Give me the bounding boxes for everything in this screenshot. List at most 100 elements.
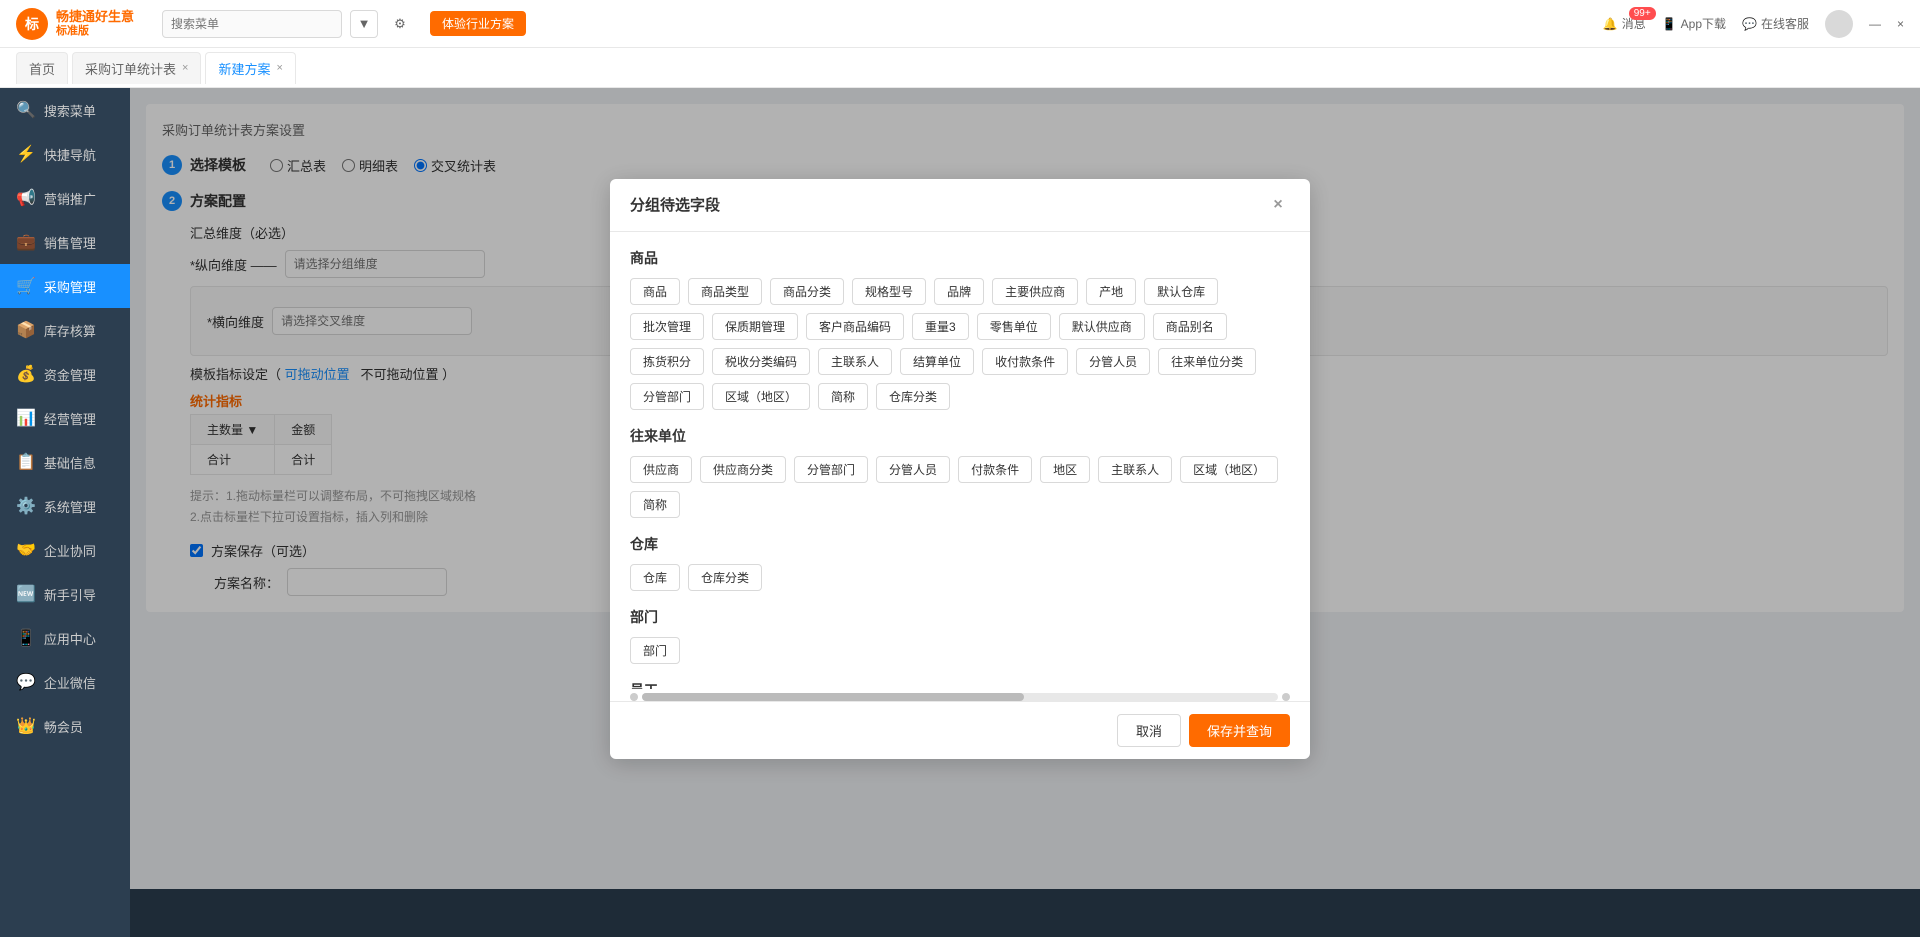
tag-short-name-2[interactable]: 简称	[630, 491, 680, 518]
section-dept-tags: 部门	[630, 637, 1290, 664]
tab-bar: 首页 采购订单统计表 × 新建方案 ×	[0, 48, 1920, 88]
tag-product-category[interactable]: 商品分类	[770, 278, 844, 305]
tag-main-supplier[interactable]: 主要供应商	[992, 278, 1078, 305]
tag-weight[interactable]: 重量3	[912, 313, 969, 340]
tag-expiry-mgmt[interactable]: 保质期管理	[712, 313, 798, 340]
close-button[interactable]: ×	[1897, 17, 1904, 31]
section-warehouse: 仓库 仓库 仓库分类	[630, 534, 1290, 591]
sidebar-item-sales[interactable]: 💼 销售管理	[0, 220, 130, 264]
operations-icon: 📊	[16, 408, 36, 428]
tag-supplier[interactable]: 供应商	[630, 456, 692, 483]
tag-brand[interactable]: 品牌	[934, 278, 984, 305]
sidebar-item-purchase[interactable]: 🛒 采购管理	[0, 264, 130, 308]
section-counterpart-title: 往来单位	[630, 426, 1290, 446]
tag-counterpart-category[interactable]: 往来单位分类	[1158, 348, 1256, 375]
tag-main-contact[interactable]: 主联系人	[818, 348, 892, 375]
tag-payment-terms-2[interactable]: 付款条件	[958, 456, 1032, 483]
tag-spec-model[interactable]: 规格型号	[852, 278, 926, 305]
sidebar-item-member[interactable]: 👑 畅会员	[0, 704, 130, 748]
sidebar-item-base-info[interactable]: 📋 基础信息	[0, 440, 130, 484]
tag-short-name[interactable]: 简称	[818, 383, 868, 410]
section-employee-title: 员工	[630, 680, 1290, 689]
cancel-button[interactable]: 取消	[1117, 714, 1181, 747]
modal-title: 分组待选字段	[630, 194, 720, 215]
confirm-button[interactable]: 保存并查询	[1189, 714, 1290, 747]
sidebar-item-system[interactable]: ⚙️ 系统管理	[0, 484, 130, 528]
sidebar-item-marketing[interactable]: 📢 营销推广	[0, 176, 130, 220]
sidebar-item-search[interactable]: 🔍 搜索菜单	[0, 88, 130, 132]
tag-origin[interactable]: 产地	[1086, 278, 1136, 305]
sidebar-item-finance[interactable]: 💰 资金管理	[0, 352, 130, 396]
header-search: ▼ ⚙ 体验行业方案	[162, 10, 526, 38]
tag-region-2[interactable]: 地区	[1040, 456, 1090, 483]
experience-button[interactable]: 体验行业方案	[430, 11, 526, 36]
service-item[interactable]: 💬 在线客服	[1742, 15, 1809, 32]
tag-retail-unit[interactable]: 零售单位	[977, 313, 1051, 340]
section-warehouse-title: 仓库	[630, 534, 1290, 554]
apps-icon: 📱	[16, 628, 36, 648]
minimize-button[interactable]: —	[1869, 17, 1881, 31]
notification-item[interactable]: 🔔 消息 99+	[1603, 15, 1646, 32]
section-dept: 部门 部门	[630, 607, 1290, 664]
system-icon: ⚙️	[16, 496, 36, 516]
wechat-icon: 💬	[16, 672, 36, 692]
tab-new-plan[interactable]: 新建方案 ×	[205, 52, 295, 84]
top-header: 标 畅捷通好生意 标准版 ▼ ⚙ 体验行业方案 🔔 消息 99+ 📱 App下载…	[0, 0, 1920, 48]
tag-warehouse-cat[interactable]: 仓库分类	[688, 564, 762, 591]
section-employee: 员工 业务员	[630, 680, 1290, 689]
tag-dept-managed[interactable]: 分管部门	[630, 383, 704, 410]
sidebar-item-cooperation[interactable]: 🤝 企业协同	[0, 528, 130, 572]
tag-product[interactable]: 商品	[630, 278, 680, 305]
tag-batch-mgmt[interactable]: 批次管理	[630, 313, 704, 340]
sidebar-item-inventory[interactable]: 📦 库存核算	[0, 308, 130, 352]
sidebar-item-quick-nav[interactable]: ⚡ 快捷导航	[0, 132, 130, 176]
search-input[interactable]	[162, 10, 342, 38]
tab-close-purchase[interactable]: ×	[182, 62, 188, 74]
cooperation-icon: 🤝	[16, 540, 36, 560]
tag-region-product[interactable]: 区域（地区）	[712, 383, 810, 410]
tag-product-type[interactable]: 商品类型	[688, 278, 762, 305]
modal-close-button[interactable]: ×	[1266, 193, 1290, 217]
hscroll-left	[630, 693, 638, 701]
tab-purchase-stats[interactable]: 采购订单统计表 ×	[72, 52, 201, 84]
quick-nav-icon: ⚡	[16, 144, 36, 164]
sidebar-item-apps[interactable]: 📱 应用中心	[0, 616, 130, 660]
tag-default-supplier[interactable]: 默认供应商	[1059, 313, 1145, 340]
tag-main-contact-2[interactable]: 主联系人	[1098, 456, 1172, 483]
logo-text: 畅捷通好生意 标准版	[56, 9, 134, 38]
tag-manager-2[interactable]: 分管人员	[876, 456, 950, 483]
tag-dept[interactable]: 部门	[630, 637, 680, 664]
avatar[interactable]	[1825, 10, 1853, 38]
tag-region-area[interactable]: 区域（地区）	[1180, 456, 1278, 483]
tag-tax-code[interactable]: 税收分类编码	[712, 348, 810, 375]
bell-icon: 🔔	[1603, 17, 1618, 31]
download-item[interactable]: 📱 App下载	[1662, 15, 1726, 32]
tag-payment-terms[interactable]: 收付款条件	[982, 348, 1068, 375]
section-counterpart-tags: 供应商 供应商分类 分管部门 分管人员 付款条件 地区 主联系人 区域（地区） …	[630, 456, 1290, 518]
modal-body: 商品 商品 商品类型 商品分类 规格型号 品牌 主要供应商 产地 默认仓库 批次…	[610, 232, 1310, 689]
tag-pick-points[interactable]: 拣货积分	[630, 348, 704, 375]
tag-supplier-category[interactable]: 供应商分类	[700, 456, 786, 483]
tag-customer-code[interactable]: 客户商品编码	[806, 313, 904, 340]
dropdown-arrow[interactable]: ▼	[350, 10, 378, 38]
download-icon: 📱	[1662, 17, 1677, 31]
logo-icon: 标	[16, 8, 48, 40]
section-product-title: 商品	[630, 248, 1290, 268]
sidebar: 🔍 搜索菜单 ⚡ 快捷导航 📢 营销推广 💼 销售管理 🛒 采购管理 📦 库存核…	[0, 88, 130, 937]
tag-warehouse[interactable]: 仓库	[630, 564, 680, 591]
tag-product-alias[interactable]: 商品别名	[1153, 313, 1227, 340]
tag-default-warehouse[interactable]: 默认仓库	[1144, 278, 1218, 305]
tag-settlement-unit[interactable]: 结算单位	[900, 348, 974, 375]
inventory-icon: 📦	[16, 320, 36, 340]
hscroll-track[interactable]	[642, 693, 1278, 701]
tag-dept-managed-2[interactable]: 分管部门	[794, 456, 868, 483]
sidebar-item-wechat[interactable]: 💬 企业微信	[0, 660, 130, 704]
gear-icon[interactable]: ⚙	[386, 10, 414, 38]
sidebar-item-operations[interactable]: 📊 经营管理	[0, 396, 130, 440]
tag-warehouse-category[interactable]: 仓库分类	[876, 383, 950, 410]
modal-footer: 取消 保存并查询	[610, 701, 1310, 759]
tab-close-new-plan[interactable]: ×	[276, 62, 282, 74]
sidebar-item-guide[interactable]: 🆕 新手引导	[0, 572, 130, 616]
tab-home[interactable]: 首页	[16, 52, 68, 84]
tag-manager[interactable]: 分管人员	[1076, 348, 1150, 375]
